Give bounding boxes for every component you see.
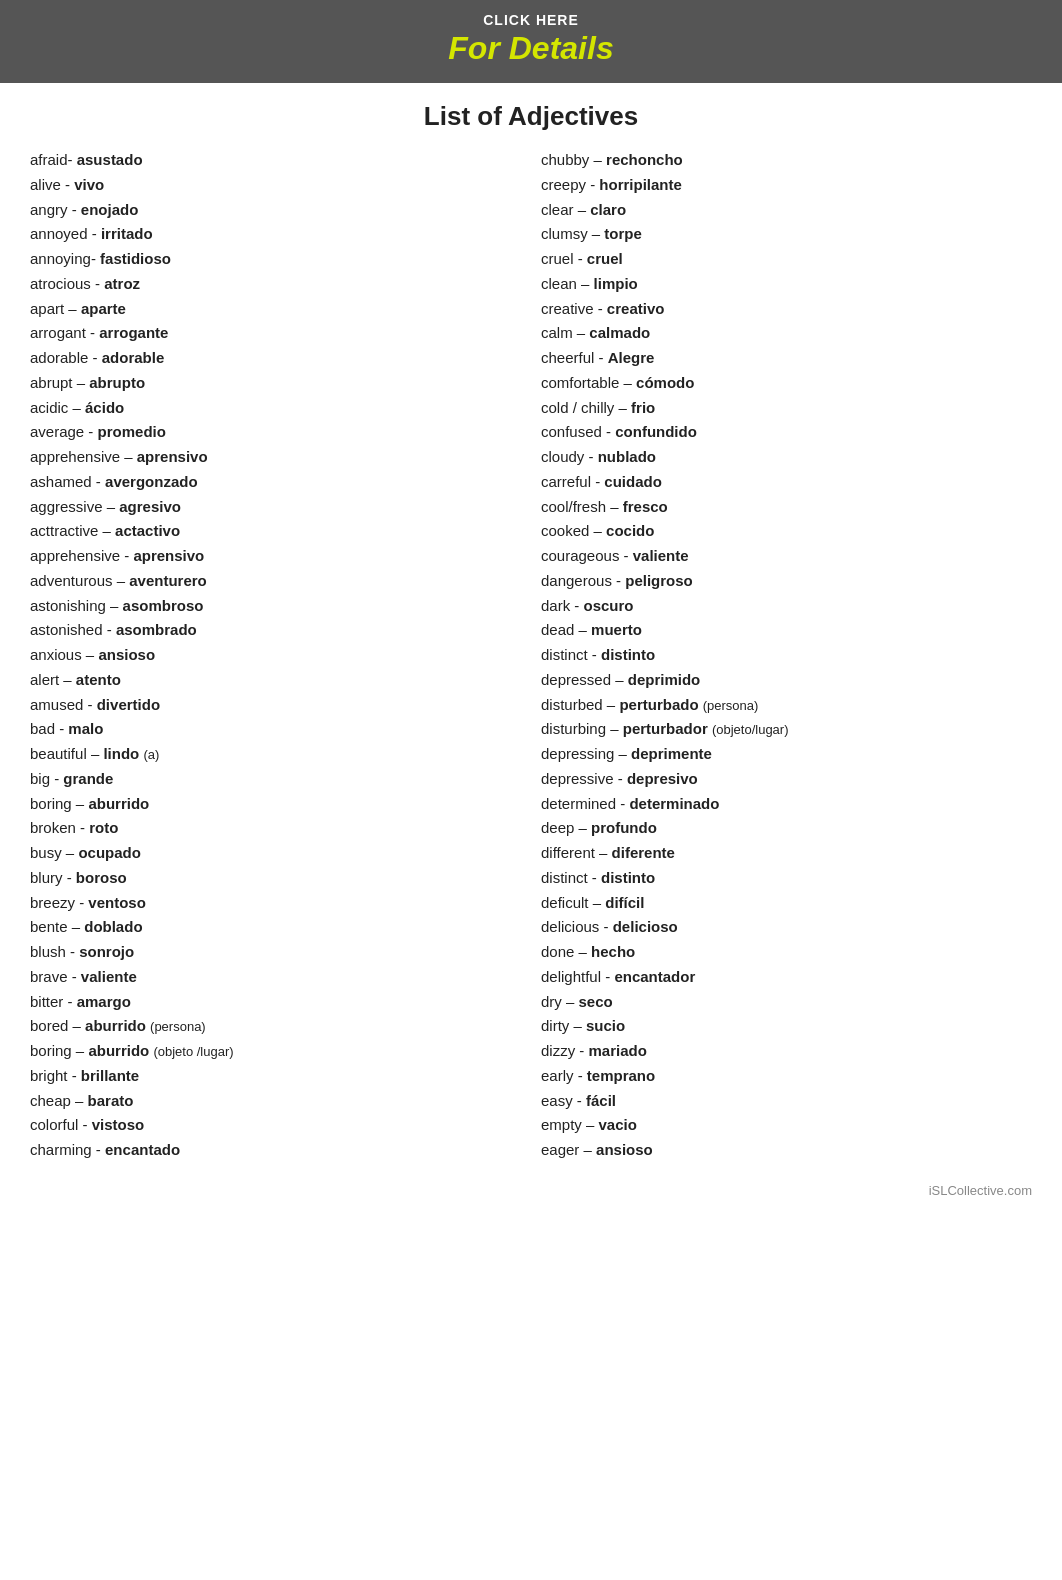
list-item: average - promedio bbox=[30, 420, 521, 445]
list-item: apart – aparte bbox=[30, 297, 521, 322]
click-here-text: CLICK HERE bbox=[0, 12, 1062, 28]
list-item: courageous - valiente bbox=[541, 544, 1032, 569]
list-item: apprehensive – aprensivo bbox=[30, 445, 521, 470]
list-item: dangerous - peligroso bbox=[541, 569, 1032, 594]
list-item: distinct - distinto bbox=[541, 643, 1032, 668]
list-item: deficult – difícil bbox=[541, 891, 1032, 916]
list-item: bright - brillante bbox=[30, 1064, 521, 1089]
list-item: cooked – cocido bbox=[541, 519, 1032, 544]
list-item: charming - encantado bbox=[30, 1138, 521, 1163]
list-item: apprehensive - aprensivo bbox=[30, 544, 521, 569]
list-item: amused - divertido bbox=[30, 693, 521, 718]
list-item: carreful - cuidado bbox=[541, 470, 1032, 495]
list-item: breezy - ventoso bbox=[30, 891, 521, 916]
list-item: calm – calmado bbox=[541, 321, 1032, 346]
list-item: broken - roto bbox=[30, 816, 521, 841]
list-item: empty – vacio bbox=[541, 1113, 1032, 1138]
list-item: deep – profundo bbox=[541, 816, 1032, 841]
list-item: adventurous – aventurero bbox=[30, 569, 521, 594]
list-item: comfortable – cómodo bbox=[541, 371, 1032, 396]
list-item: cruel - cruel bbox=[541, 247, 1032, 272]
left-column: afraid- asustadoalive - vivoangry - enoj… bbox=[20, 148, 531, 1163]
list-item: beautiful – lindo (a) bbox=[30, 742, 521, 767]
list-item: arrogant - arrogante bbox=[30, 321, 521, 346]
list-item: cheerful - Alegre bbox=[541, 346, 1032, 371]
list-item: easy - fácil bbox=[541, 1089, 1032, 1114]
list-item: acidic – ácido bbox=[30, 396, 521, 421]
list-item: boring – aburrido bbox=[30, 792, 521, 817]
list-item: astonishing – asombroso bbox=[30, 594, 521, 619]
list-item: clear – claro bbox=[541, 198, 1032, 223]
list-item: dead – muerto bbox=[541, 618, 1032, 643]
list-item: distinct - distinto bbox=[541, 866, 1032, 891]
content-area: afraid- asustadoalive - vivoangry - enoj… bbox=[0, 148, 1062, 1163]
list-item: delightful - encantador bbox=[541, 965, 1032, 990]
list-item: creepy - horripilante bbox=[541, 173, 1032, 198]
list-item: determined - determinado bbox=[541, 792, 1032, 817]
list-item: brave - valiente bbox=[30, 965, 521, 990]
list-item: ashamed - avergonzado bbox=[30, 470, 521, 495]
list-item: cloudy - nublado bbox=[541, 445, 1032, 470]
list-item: afraid- asustado bbox=[30, 148, 521, 173]
list-item: chubby – rechoncho bbox=[541, 148, 1032, 173]
list-item: depressed – deprimido bbox=[541, 668, 1032, 693]
list-item: bente – doblado bbox=[30, 915, 521, 940]
list-item: adorable - adorable bbox=[30, 346, 521, 371]
list-item: alive - vivo bbox=[30, 173, 521, 198]
list-item: creative - creativo bbox=[541, 297, 1032, 322]
list-item: cold / chilly – frio bbox=[541, 396, 1032, 421]
list-item: confused - confundido bbox=[541, 420, 1032, 445]
list-item: dizzy - mariado bbox=[541, 1039, 1032, 1064]
list-item: blury - boroso bbox=[30, 866, 521, 891]
for-details-text: For Details bbox=[0, 30, 1062, 67]
list-item: disturbing – perturbador (objeto/lugar) bbox=[541, 717, 1032, 742]
list-item: early - temprano bbox=[541, 1064, 1032, 1089]
list-item: dirty – sucio bbox=[541, 1014, 1032, 1039]
list-item: angry - enojado bbox=[30, 198, 521, 223]
list-item: clumsy – torpe bbox=[541, 222, 1032, 247]
list-item: done – hecho bbox=[541, 940, 1032, 965]
list-item: bad - malo bbox=[30, 717, 521, 742]
list-item: cool/fresh – fresco bbox=[541, 495, 1032, 520]
list-item: disturbed – perturbado (persona) bbox=[541, 693, 1032, 718]
list-item: blush - sonrojo bbox=[30, 940, 521, 965]
list-item: depressing – deprimente bbox=[541, 742, 1032, 767]
list-item: alert – atento bbox=[30, 668, 521, 693]
list-item: clean – limpio bbox=[541, 272, 1032, 297]
list-item: bitter - amargo bbox=[30, 990, 521, 1015]
list-item: astonished - asombrado bbox=[30, 618, 521, 643]
list-item: dry – seco bbox=[541, 990, 1032, 1015]
list-item: delicious - delicioso bbox=[541, 915, 1032, 940]
list-item: boring – aburrido (objeto /lugar) bbox=[30, 1039, 521, 1064]
list-item: eager – ansioso bbox=[541, 1138, 1032, 1163]
list-item: abrupt – abrupto bbox=[30, 371, 521, 396]
list-item: bored – aburrido (persona) bbox=[30, 1014, 521, 1039]
list-item: depressive - depresivo bbox=[541, 767, 1032, 792]
list-item: annoyed - irritado bbox=[30, 222, 521, 247]
list-item: acttractive – actactivo bbox=[30, 519, 521, 544]
right-column: chubby – rechonchocreepy - horripilantec… bbox=[531, 148, 1042, 1163]
list-item: cheap – barato bbox=[30, 1089, 521, 1114]
list-item: anxious – ansioso bbox=[30, 643, 521, 668]
header-banner[interactable]: CLICK HERE For Details bbox=[0, 0, 1062, 83]
list-item: colorful - vistoso bbox=[30, 1113, 521, 1138]
list-item: big - grande bbox=[30, 767, 521, 792]
list-item: atrocious - atroz bbox=[30, 272, 521, 297]
list-item: aggressive – agresivo bbox=[30, 495, 521, 520]
list-item: busy – ocupado bbox=[30, 841, 521, 866]
list-item: annoying- fastidioso bbox=[30, 247, 521, 272]
page-title: List of Adjectives bbox=[0, 101, 1062, 132]
list-item: dark - oscuro bbox=[541, 594, 1032, 619]
footer: iSLCollective.com bbox=[0, 1163, 1062, 1208]
list-item: different – diferente bbox=[541, 841, 1032, 866]
